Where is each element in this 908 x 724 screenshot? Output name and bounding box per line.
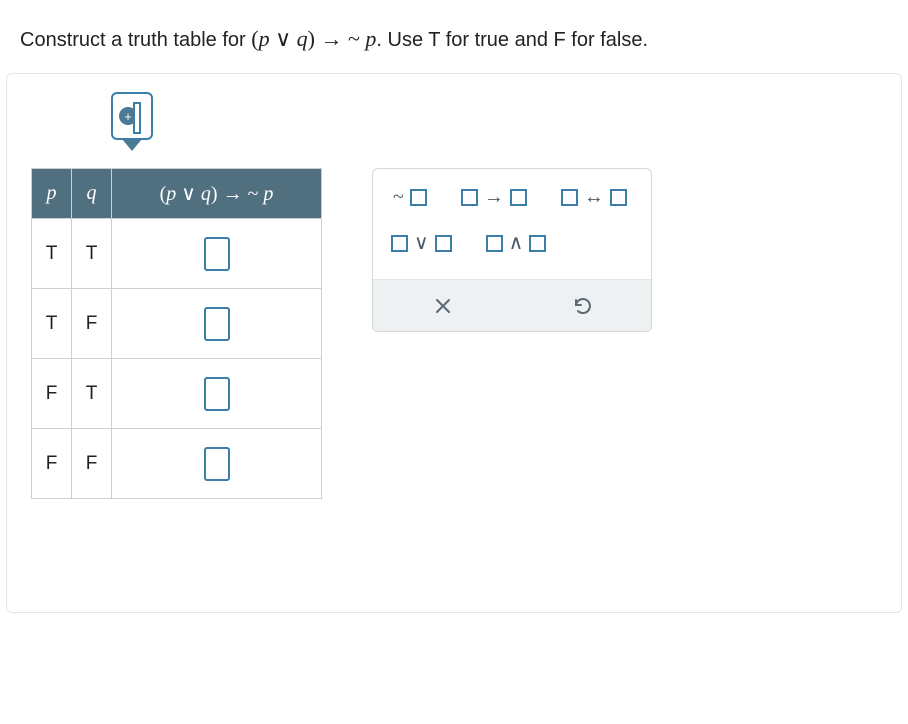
cell-answer	[112, 219, 322, 289]
placeholder-box-icon	[529, 235, 546, 252]
header-expression: (p ∨ q) → ~ p	[112, 169, 322, 219]
prompt-p: p	[259, 26, 270, 51]
question-prompt: Construct a truth table for (p ∨ q) → ~ …	[0, 0, 908, 73]
palette-footer	[373, 279, 651, 331]
placeholder-box-icon	[610, 189, 627, 206]
cell-answer	[112, 429, 322, 499]
cell-answer	[112, 359, 322, 429]
prompt-open: (	[251, 26, 258, 51]
prompt-q: q	[297, 26, 308, 51]
operator-palette: ~ → ↔ ∨ ∧	[372, 168, 652, 332]
placeholder-box-icon	[391, 235, 408, 252]
palette-iff-button[interactable]: ↔	[561, 187, 627, 207]
palette-implies-button[interactable]: →	[461, 187, 527, 207]
answer-input[interactable]	[204, 237, 230, 271]
placeholder-box-icon	[461, 189, 478, 206]
truth-table: p q (p ∨ q) → ~ p T T T F	[31, 168, 322, 499]
answer-panel: + p q (p ∨ q) → ~ p T T	[6, 73, 902, 613]
cell-answer	[112, 289, 322, 359]
column-bar-icon	[133, 102, 141, 134]
prompt-or: ∨	[270, 26, 297, 51]
header-p: p	[32, 169, 72, 219]
placeholder-box-icon	[410, 189, 427, 206]
and-symbol: ∧	[507, 233, 526, 253]
prompt-not: ~	[348, 26, 365, 51]
insert-column-pointer-icon	[122, 139, 142, 151]
answer-input[interactable]	[204, 377, 230, 411]
insert-column-control[interactable]: +	[111, 92, 153, 151]
cell-q: T	[72, 359, 112, 429]
cell-p: F	[32, 359, 72, 429]
placeholder-box-icon	[435, 235, 452, 252]
cell-p: T	[32, 219, 72, 289]
prompt-close: )	[308, 26, 315, 51]
prompt-p2: p	[365, 26, 376, 51]
cell-p: T	[32, 289, 72, 359]
answer-input[interactable]	[204, 447, 230, 481]
table-row: F T	[32, 359, 322, 429]
not-symbol: ~	[391, 187, 406, 207]
reset-button[interactable]	[560, 288, 604, 324]
placeholder-box-icon	[510, 189, 527, 206]
table-row: T T	[32, 219, 322, 289]
iff-symbol: ↔	[582, 187, 606, 207]
cell-q: F	[72, 289, 112, 359]
prompt-arrow: →	[315, 26, 348, 51]
table-row: T F	[32, 289, 322, 359]
cell-p: F	[32, 429, 72, 499]
palette-or-button[interactable]: ∨	[391, 233, 452, 253]
cell-q: T	[72, 219, 112, 289]
close-icon	[434, 297, 452, 315]
implies-symbol: →	[482, 187, 506, 207]
header-q: q	[72, 169, 112, 219]
prompt-pre: Construct a truth table for	[20, 29, 251, 51]
undo-icon	[572, 296, 592, 316]
palette-not-button[interactable]: ~	[391, 187, 427, 207]
insert-column-handle[interactable]: +	[111, 92, 153, 140]
answer-input[interactable]	[204, 307, 230, 341]
placeholder-box-icon	[561, 189, 578, 206]
prompt-post: . Use T for true and F for false.	[376, 29, 648, 51]
placeholder-box-icon	[486, 235, 503, 252]
or-symbol: ∨	[412, 233, 431, 253]
clear-button[interactable]	[421, 288, 465, 324]
table-row: F F	[32, 429, 322, 499]
cell-q: F	[72, 429, 112, 499]
palette-and-button[interactable]: ∧	[486, 233, 547, 253]
